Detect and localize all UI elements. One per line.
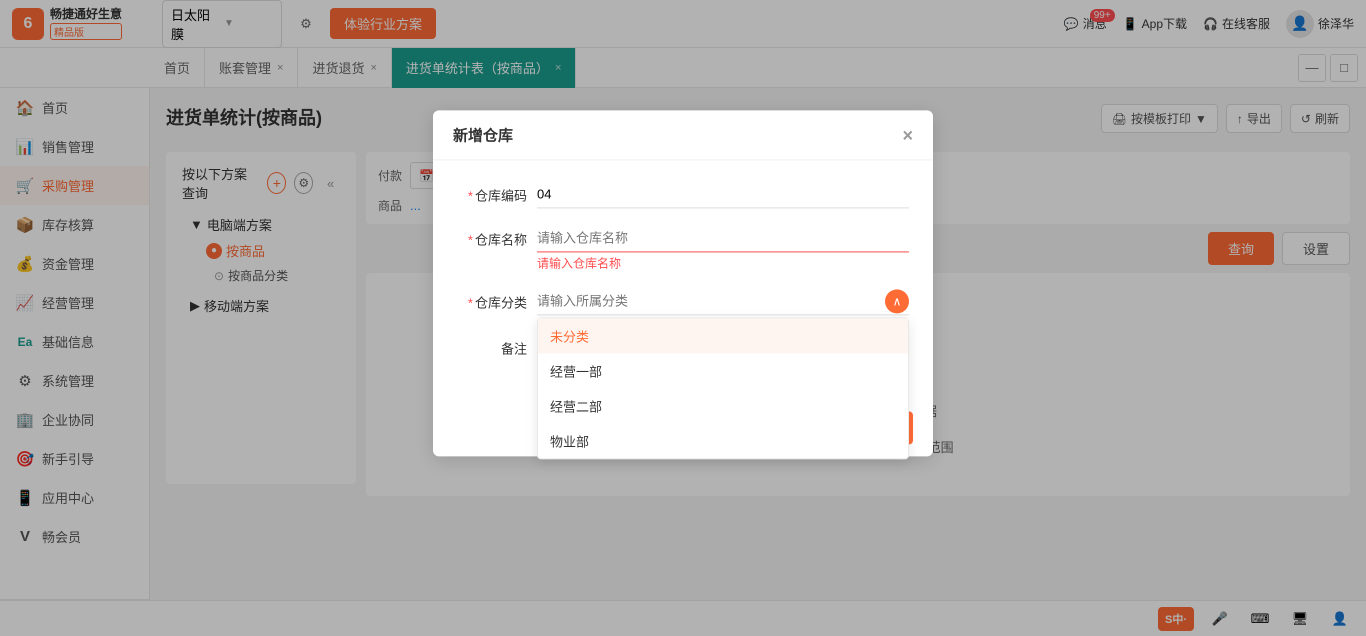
dialog-title: 新增仓库 <box>453 124 513 145</box>
form-row-category: 仓库分类 ∧ 未分类 经营一部 经营二部 物业部 <box>457 287 909 315</box>
dialog-body: 仓库编码 仓库名称 请输入仓库名称 仓库分类 ∧ 未分类 经营一部 经营二部 <box>433 160 933 399</box>
dialog-header: 新增仓库 × <box>433 110 933 160</box>
category-dropdown: 未分类 经营一部 经营二部 物业部 <box>537 317 909 459</box>
category-select-wrapper: ∧ 未分类 经营一部 经营二部 物业部 <box>537 287 909 315</box>
form-row-name: 仓库名称 请输入仓库名称 <box>457 224 909 271</box>
form-row-code: 仓库编码 <box>457 180 909 208</box>
category-label: 仓库分类 <box>457 292 537 311</box>
dropdown-item-dept2[interactable]: 经营二部 <box>538 388 908 423</box>
add-warehouse-dialog: 新增仓库 × 仓库编码 仓库名称 请输入仓库名称 仓库分类 ∧ 未分类 <box>433 110 933 456</box>
note-label: 备注 <box>457 338 537 357</box>
dropdown-item-property[interactable]: 物业部 <box>538 423 908 458</box>
dropdown-item-dept1[interactable]: 经营一部 <box>538 353 908 388</box>
category-arrow-btn[interactable]: ∧ <box>885 289 909 313</box>
dialog-close-btn[interactable]: × <box>902 126 913 144</box>
name-label: 仓库名称 <box>457 229 537 248</box>
code-input[interactable] <box>537 180 909 208</box>
name-input[interactable] <box>537 224 909 252</box>
category-input[interactable] <box>537 287 909 315</box>
name-error-msg: 请输入仓库名称 <box>457 254 909 271</box>
code-label: 仓库编码 <box>457 185 537 204</box>
dropdown-item-unclassified[interactable]: 未分类 <box>538 318 908 353</box>
